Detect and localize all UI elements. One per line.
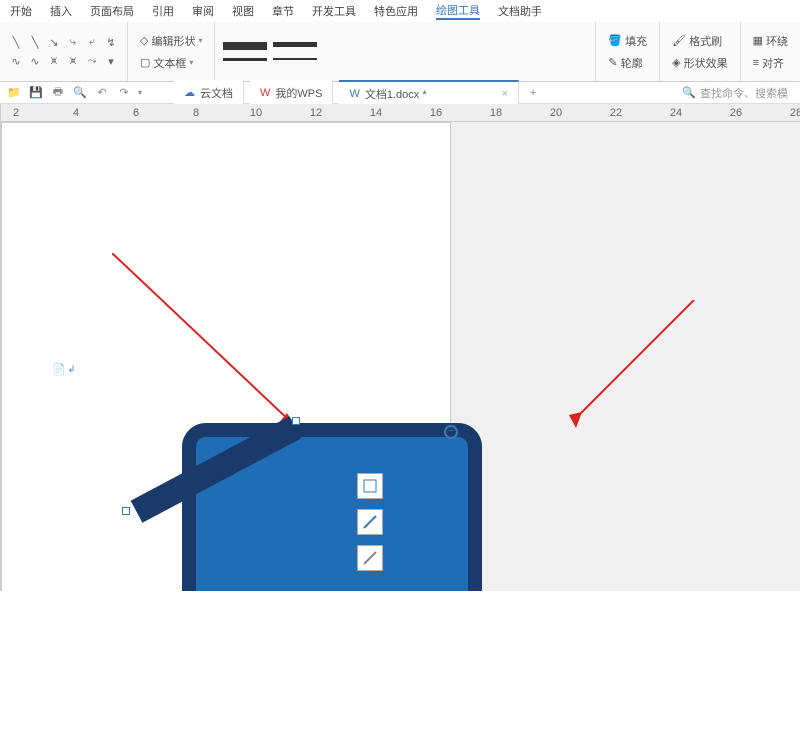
layout-option-3[interactable] — [357, 545, 383, 571]
textbox-button[interactable]: ▢文本框▾ — [136, 53, 206, 73]
cloud-icon: ☁ — [184, 86, 195, 99]
tab-review[interactable]: 审阅 — [192, 3, 214, 19]
ribbon-tabs: 开始 插入 页面布局 引用 审阅 视图 章节 开发工具 特色应用 绘图工具 文档… — [0, 0, 800, 22]
tab-dev[interactable]: 开发工具 — [312, 3, 356, 19]
align-icon: ≡ — [753, 57, 759, 69]
line-weight-1[interactable] — [223, 42, 267, 50]
line-weight-4[interactable] — [273, 58, 317, 60]
selection-handle[interactable] — [122, 507, 130, 515]
shape-connector-icon[interactable]: ⤷ — [65, 34, 81, 50]
tab-doc-helper[interactable]: 文档助手 — [498, 3, 542, 19]
edit-group: ◇编辑形状▾ ▢文本框▾ — [128, 22, 215, 81]
word-icon: W — [349, 88, 359, 100]
save-icon[interactable]: 💾 — [28, 85, 44, 101]
wrap-button[interactable]: ▦环绕 — [749, 31, 792, 51]
document-canvas[interactable]: 📄↲ − — [1, 122, 800, 591]
tab-view[interactable]: 视图 — [232, 3, 254, 19]
format-painter-button[interactable]: 🖌格式刷 — [668, 31, 731, 51]
brush-icon: 🖌 — [672, 34, 686, 47]
shape-line-icon[interactable]: ╲ — [8, 34, 24, 50]
layout-option-2[interactable] — [357, 509, 383, 535]
horizontal-ruler[interactable]: 246810121416182022242628 — [1, 104, 800, 122]
line-weight-3[interactable] — [223, 58, 267, 61]
effect-icon: ◈ — [672, 56, 680, 69]
shape-curve-icon[interactable]: ∿ — [27, 53, 43, 69]
tab-special[interactable]: 特色应用 — [374, 3, 418, 19]
tab-insert[interactable]: 插入 — [50, 3, 72, 19]
doc-tab-cloud[interactable]: ☁ 云文档 — [174, 80, 244, 106]
qat-more-icon[interactable]: ▾ — [138, 88, 142, 97]
rotate-handle-icon[interactable]: − — [444, 425, 458, 439]
edit-shape-icon: ◇ — [140, 34, 148, 47]
shape-connector-icon[interactable]: ⤶ — [84, 34, 100, 50]
arrange-group: ▦环绕 ≡对齐 — [741, 22, 800, 81]
shape-zigzag-icon[interactable]: ⩙ — [46, 53, 62, 69]
shape-curve-icon[interactable]: ∿ — [8, 53, 24, 69]
tab-section[interactable]: 章节 — [272, 3, 294, 19]
shape-more-icon[interactable]: ▾ — [103, 53, 119, 69]
close-tab-icon[interactable]: × — [502, 88, 508, 100]
new-tab-icon[interactable]: + — [525, 85, 541, 101]
tab-drawing-tools[interactable]: 绘图工具 — [436, 2, 480, 20]
quick-access-toolbar: 📁 💾 🖶 🔍 ↶ ↷ ▾ ☁ 云文档 W 我的WPS W 文档1.docx *… — [0, 82, 800, 104]
preview-icon[interactable]: 🔍 — [72, 85, 88, 101]
tab-references[interactable]: 引用 — [152, 3, 174, 19]
print-icon[interactable]: 🖶 — [50, 85, 66, 101]
bucket-icon: 🪣 — [608, 34, 622, 47]
shape-curve-icon[interactable]: ⤳ — [84, 53, 100, 69]
anchor-icon: 📄↲ — [52, 363, 75, 376]
shape-arrow-icon[interactable]: ↘ — [46, 34, 62, 50]
open-icon[interactable]: 📁 — [6, 85, 22, 101]
style-group-2: 🖌格式刷 ◈形状效果 — [660, 22, 740, 81]
style-group: 🪣填充 ✎轮廓 — [596, 22, 660, 81]
fill-button[interactable]: 🪣填充 — [604, 31, 651, 51]
layout-options-popup — [357, 473, 383, 571]
doc-tab-wps[interactable]: W 我的WPS — [250, 80, 333, 106]
shape-effect-button[interactable]: ◈形状效果 — [668, 53, 731, 73]
shape-gallery-group: ╲ ╲ ↘ ⤷ ⤶ ↯ ∿ ∿ ⩙ ⩙ ⤳ ▾ — [0, 22, 128, 81]
main-area: 246810121416182022242628 📄↲ − — [0, 104, 800, 591]
tab-layout[interactable]: 页面布局 — [90, 3, 134, 19]
selected-line-shape[interactable] — [131, 416, 302, 523]
wrap-icon: ▦ — [753, 34, 763, 47]
undo-icon[interactable]: ↶ — [94, 85, 110, 101]
layout-option-1[interactable] — [357, 473, 383, 499]
edit-shape-button[interactable]: ◇编辑形状▾ — [136, 31, 206, 51]
redo-icon[interactable]: ↷ — [116, 85, 132, 101]
page: 📄↲ − — [1, 122, 451, 591]
textbox-icon: ▢ — [140, 56, 150, 69]
search-icon: 🔍 — [682, 86, 696, 99]
line-weight-2[interactable] — [273, 42, 317, 47]
shape-connector-icon[interactable]: ↯ — [103, 34, 119, 50]
command-search[interactable]: 🔍 查找命令、搜索模 — [676, 85, 794, 101]
tab-start[interactable]: 开始 — [10, 3, 32, 19]
pen-icon: ✎ — [608, 56, 617, 69]
align-button[interactable]: ≡对齐 — [749, 53, 792, 73]
ribbon: ╲ ╲ ↘ ⤷ ⤶ ↯ ∿ ∿ ⩙ ⩙ ⤳ ▾ ◇编辑形状▾ ▢文本框▾ 🪣填充… — [0, 22, 800, 82]
preset-group — [215, 22, 596, 81]
monitor-shape[interactable]: − — [182, 423, 482, 591]
wps-icon: W — [260, 87, 270, 99]
shape-zigzag-icon[interactable]: ⩙ — [65, 53, 81, 69]
doc-tab-active[interactable]: W 文档1.docx * × — [339, 80, 519, 106]
outline-button[interactable]: ✎轮廓 — [604, 53, 651, 73]
shape-line-icon[interactable]: ╲ — [27, 34, 43, 50]
selection-handle[interactable] — [292, 417, 300, 425]
